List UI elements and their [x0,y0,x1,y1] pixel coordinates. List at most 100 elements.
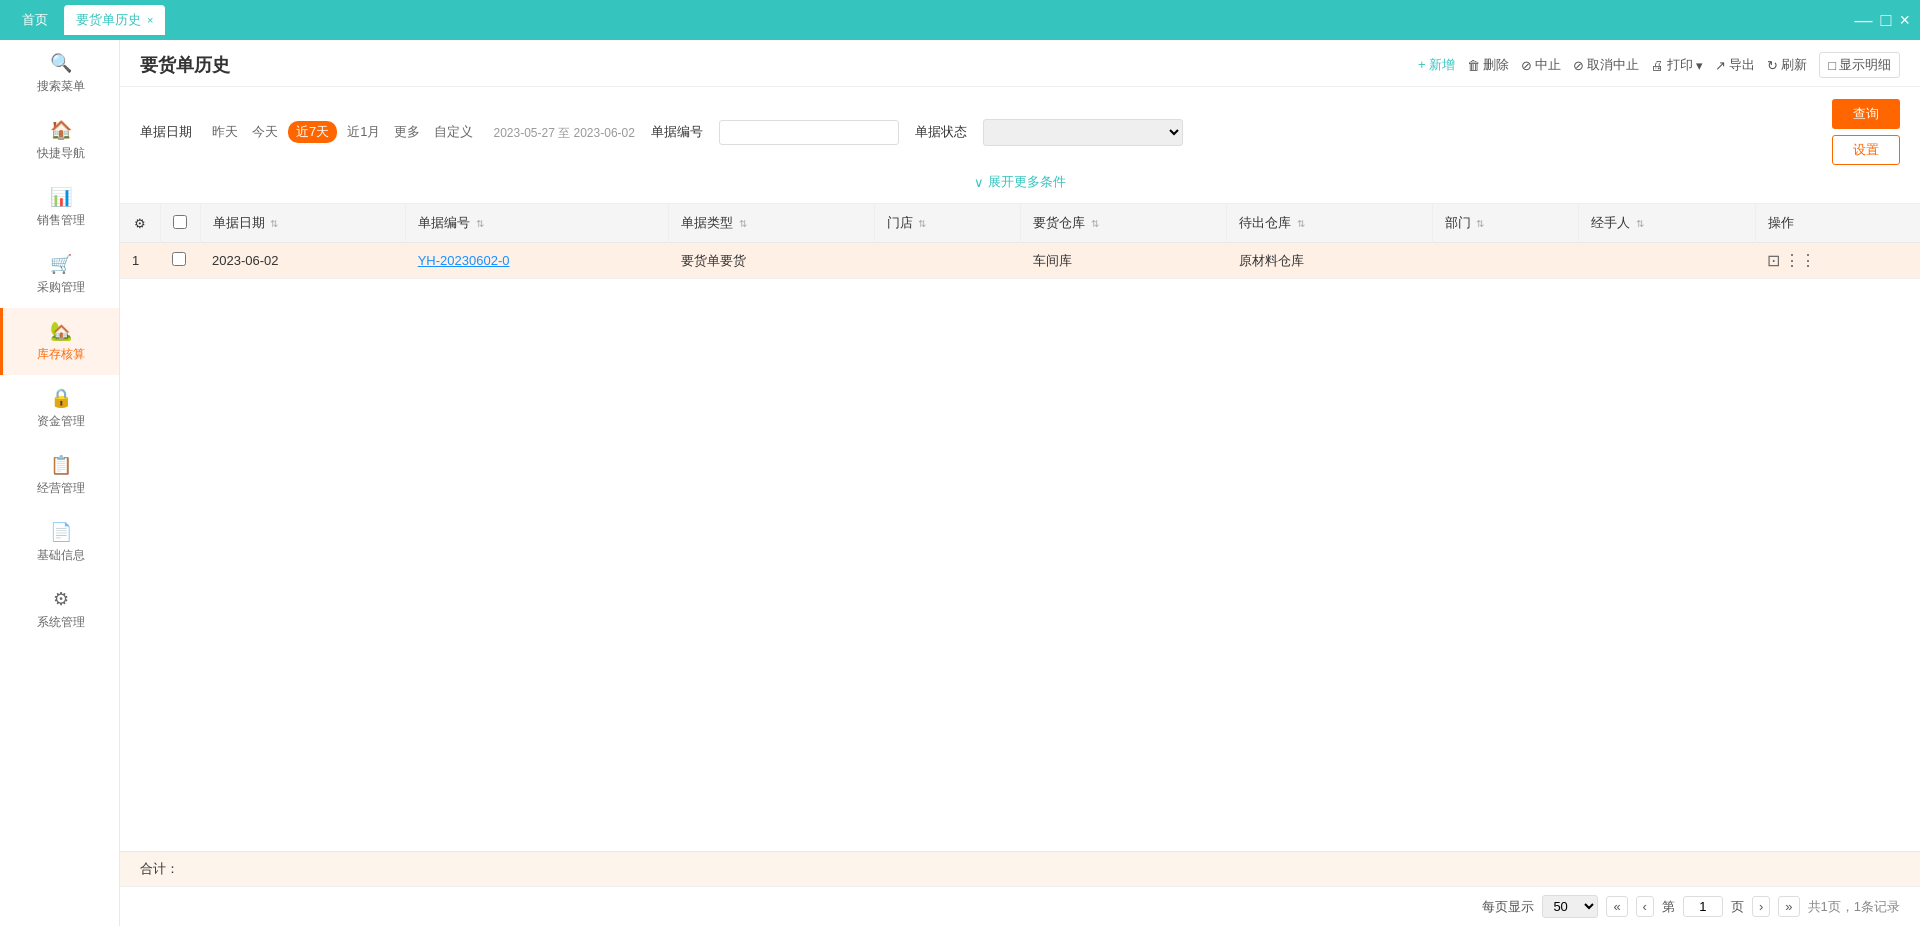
cell-index: 1 [120,243,160,279]
table-row[interactable]: 1 2023-06-02 YH-20230602-0 要货单要货 车间库 原材料… [120,243,1920,279]
doc-number-input[interactable] [719,120,899,145]
cancel-stop-label: 取消中止 [1587,56,1639,74]
th-checkbox[interactable] [160,204,200,243]
sidebar-item-system[interactable]: ⚙ 系统管理 [0,576,119,643]
sort-icon[interactable]: ⇅ [918,218,926,229]
cancel-stop-button[interactable]: ⊘ 取消中止 [1573,56,1639,74]
sidebar-item-search-menu[interactable]: 🔍 搜索菜单 [0,40,119,107]
toolbar: + 新增 🗑 删除 ⊘ 中止 ⊘ 取消中止 🖨 打印 ▾ [1418,52,1900,78]
sidebar-item-operations[interactable]: 📋 经营管理 [0,442,119,509]
th-doc-date: 单据日期 ⇅ [200,204,406,243]
th-doc-number: 单据编号 ⇅ [406,204,669,243]
doc-number-link[interactable]: YH-20230602-0 [418,253,510,268]
table-container: ⚙ 单据日期 ⇅ 单据编号 ⇅ 单据类型 ⇅ [120,204,1920,851]
sort-icon[interactable]: ⇅ [1297,218,1305,229]
shortcut-7days[interactable]: 近7天 [288,121,337,143]
page-number-input[interactable] [1683,896,1723,917]
refresh-button[interactable]: ↻ 刷新 [1767,56,1807,74]
print-icon: 🖨 [1651,58,1664,73]
sidebar-item-label: 快捷导航 [37,145,85,162]
cell-doc-number[interactable]: YH-20230602-0 [406,243,669,279]
page-header: 要货单历史 + 新增 🗑 删除 ⊘ 中止 ⊘ 取消中止 🖨 打印 [120,40,1920,87]
show-detail-button[interactable]: □ 显示明细 [1819,52,1900,78]
sidebar-item-label: 系统管理 [37,614,85,631]
search-menu-icon: 🔍 [50,52,72,74]
sidebar-item-purchase[interactable]: 🛒 采购管理 [0,241,119,308]
cell-department [1432,243,1579,279]
view-op-icon[interactable]: ⊡ [1767,252,1780,269]
date-shortcuts: 昨天 今天 近7天 近1月 更多 自定义 [208,121,477,143]
quick-nav-icon: 🏠 [50,119,72,141]
export-button[interactable]: ↗ 导出 [1715,56,1755,74]
stop-icon: ⊘ [1521,58,1532,73]
basic-info-icon: 📄 [50,521,72,543]
print-button[interactable]: 🖨 打印 ▾ [1651,56,1703,74]
shortcut-more[interactable]: 更多 [390,121,424,143]
doc-status-select[interactable] [983,119,1183,146]
sidebar-item-label: 搜索菜单 [37,78,85,95]
cancel-stop-icon: ⊘ [1573,58,1584,73]
query-button[interactable]: 查询 [1832,99,1900,129]
window-controls: — □ × [1855,10,1910,31]
th-settings[interactable]: ⚙ [120,204,160,243]
sort-icon[interactable]: ⇅ [739,218,747,229]
cell-pending-warehouse: 原材料仓库 [1227,243,1433,279]
shortcut-custom[interactable]: 自定义 [430,121,477,143]
header-row: ⚙ 单据日期 ⇅ 单据编号 ⇅ 单据类型 ⇅ [120,204,1920,243]
sidebar-item-label: 经营管理 [37,480,85,497]
stop-button[interactable]: ⊘ 中止 [1521,56,1561,74]
date-range-display: 2023-05-27 至 2023-06-02 [493,123,634,142]
sidebar-item-quick-nav[interactable]: 🏠 快捷导航 [0,107,119,174]
home-tab[interactable]: 首页 [10,5,60,35]
settings-button[interactable]: 设置 [1832,135,1900,165]
purchase-icon: 🛒 [50,253,72,275]
close-icon[interactable]: × [1899,10,1910,31]
sidebar-item-inventory[interactable]: 🏡 库存核算 [0,308,119,375]
filter-area: 单据日期 昨天 今天 近7天 近1月 更多 自定义 2023-05-27 至 2… [120,87,1920,204]
prev-page-button[interactable]: ‹ [1636,896,1654,917]
show-detail-label: 显示明细 [1839,56,1891,74]
last-page-button[interactable]: » [1778,896,1799,917]
cell-checkbox[interactable] [160,243,200,279]
sort-icon[interactable]: ⇅ [476,218,484,229]
minimize-icon[interactable]: — [1855,10,1873,31]
sidebar: 🔍 搜索菜单 🏠 快捷导航 📊 销售管理 🛒 采购管理 🏡 库存核算 🔒 资金管… [0,40,120,926]
sidebar-item-finance[interactable]: 🔒 资金管理 [0,375,119,442]
cell-doc-date: 2023-06-02 [200,243,406,279]
print-dropdown-icon[interactable]: ▾ [1696,58,1703,73]
more-op-icon[interactable]: ⋮⋮ [1784,252,1816,269]
export-label: 导出 [1729,56,1755,74]
shortcut-1month[interactable]: 近1月 [343,121,384,143]
select-all-checkbox[interactable] [173,215,187,229]
doc-number-label: 单据编号 [651,123,703,141]
sidebar-item-sales[interactable]: 📊 销售管理 [0,174,119,241]
expand-label: 展开更多条件 [988,173,1066,191]
sort-icon[interactable]: ⇅ [1091,218,1099,229]
doc-status-label: 单据状态 [915,123,967,141]
sidebar-item-basic-info[interactable]: 📄 基础信息 [0,509,119,576]
cell-operations: ⊡ ⋮⋮ [1755,243,1920,279]
operations-icon: 📋 [50,454,72,476]
top-bar: 首页 要货单历史 × — □ × [0,0,1920,40]
expand-more[interactable]: ∨ 展开更多条件 [140,173,1900,191]
per-page-select[interactable]: 50 100 [1542,895,1598,918]
shortcut-yesterday[interactable]: 昨天 [208,121,242,143]
th-department: 部门 ⇅ [1432,204,1579,243]
finance-icon: 🔒 [50,387,72,409]
cell-req-warehouse: 车间库 [1021,243,1227,279]
maximize-icon[interactable]: □ [1881,10,1892,31]
sort-icon[interactable]: ⇅ [1476,218,1484,229]
add-button[interactable]: + 新增 [1418,56,1455,74]
sort-icon[interactable]: ⇅ [1636,218,1644,229]
th-handler: 经手人 ⇅ [1579,204,1755,243]
delete-button[interactable]: 🗑 删除 [1467,56,1509,74]
shortcut-today[interactable]: 今天 [248,121,282,143]
table-body: 1 2023-06-02 YH-20230602-0 要货单要货 车间库 原材料… [120,243,1920,279]
active-tab[interactable]: 要货单历史 × [64,5,165,35]
next-page-button[interactable]: › [1752,896,1770,917]
close-tab-icon[interactable]: × [147,14,153,26]
sort-icon[interactable]: ⇅ [270,218,278,229]
first-page-button[interactable]: « [1606,896,1627,917]
row-checkbox[interactable] [172,252,186,266]
sidebar-item-label: 采购管理 [37,279,85,296]
